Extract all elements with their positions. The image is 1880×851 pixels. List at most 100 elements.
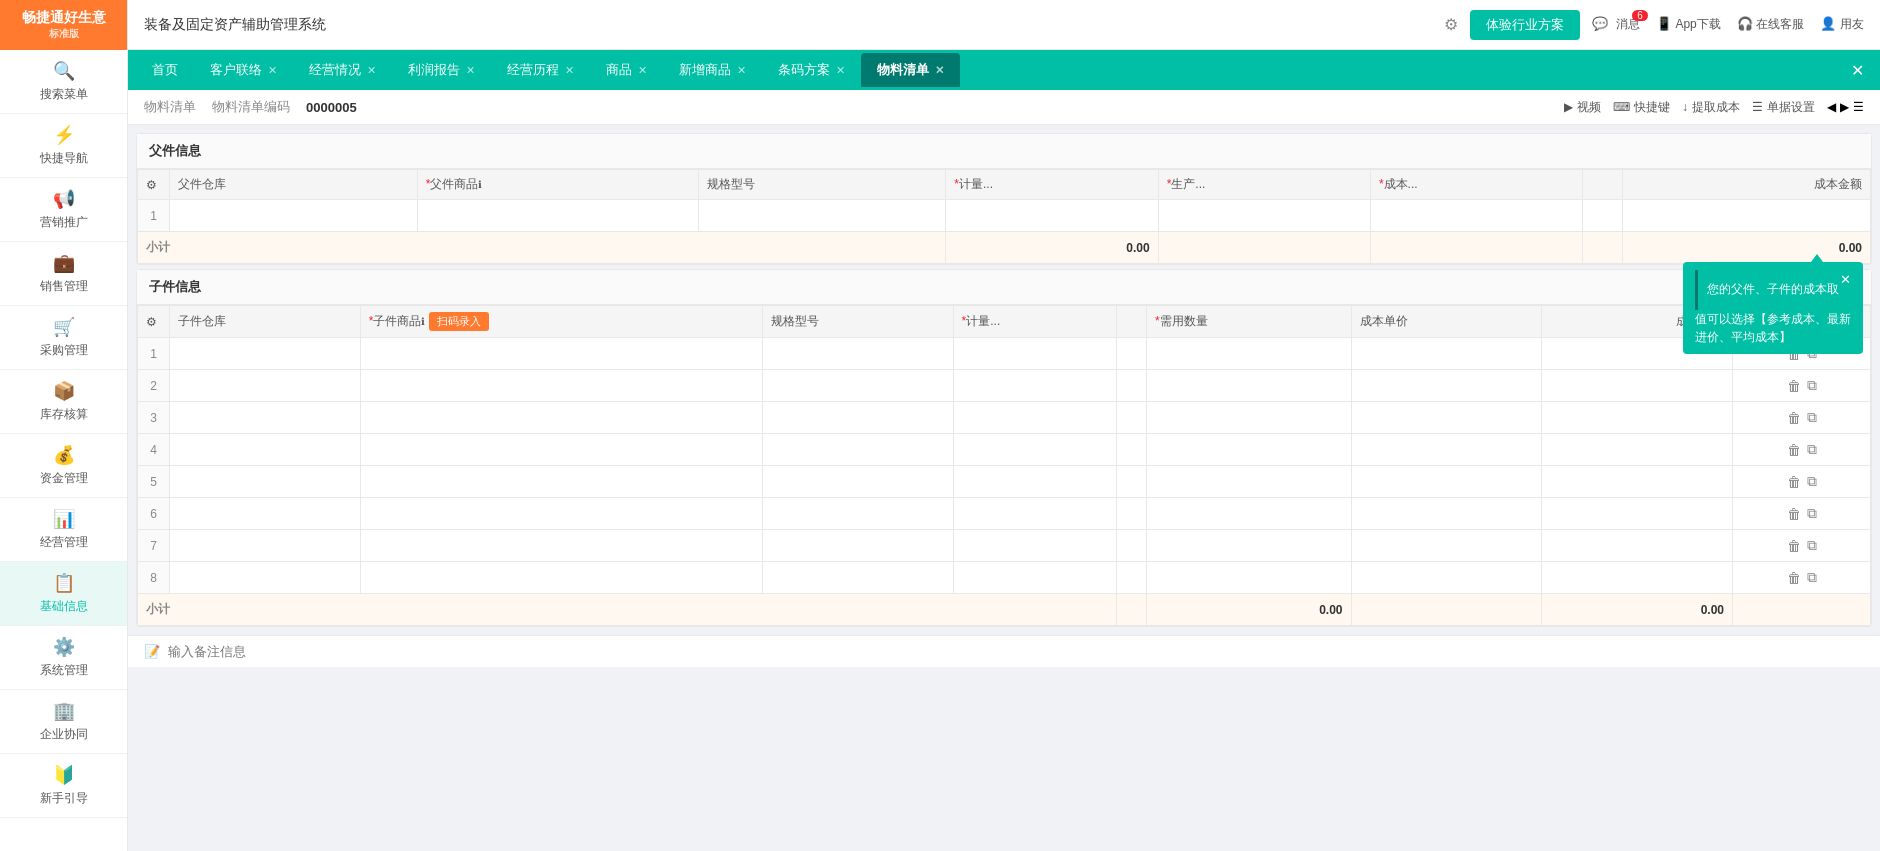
child-spec-cell[interactable] bbox=[762, 370, 953, 402]
child-product-cell[interactable] bbox=[360, 466, 762, 498]
copy-icon[interactable]: ⧉ bbox=[1807, 537, 1817, 554]
sidebar-item-inventory[interactable]: 📦 库存核算 bbox=[0, 370, 127, 434]
child-unit-cost-cell[interactable] bbox=[1351, 338, 1542, 370]
child-warehouse-cell[interactable] bbox=[170, 370, 361, 402]
child-product-cell[interactable] bbox=[360, 434, 762, 466]
child-unit-cost-cell[interactable] bbox=[1351, 530, 1542, 562]
child-warehouse-cell[interactable] bbox=[170, 338, 361, 370]
nav-tab-新增商品[interactable]: 新增商品✕ bbox=[663, 53, 762, 87]
view-toolbar-item[interactable]: ▶ 视频 bbox=[1564, 99, 1601, 116]
child-qty-cell[interactable] bbox=[1147, 370, 1351, 402]
tab-close-icon[interactable]: ✕ bbox=[737, 64, 746, 77]
nav-tab-物料清单[interactable]: 物料清单✕ bbox=[861, 53, 960, 87]
delete-icon[interactable]: 🗑 bbox=[1787, 474, 1801, 490]
child-warehouse-cell[interactable] bbox=[170, 434, 361, 466]
tab-close-icon[interactable]: ✕ bbox=[466, 64, 475, 77]
single-settings-item[interactable]: ☰ 单据设置 bbox=[1752, 99, 1815, 116]
nav-tab-商品[interactable]: 商品✕ bbox=[590, 53, 663, 87]
copy-icon[interactable]: ⧉ bbox=[1807, 569, 1817, 586]
tab-close-icon[interactable]: ✕ bbox=[638, 64, 647, 77]
child-warehouse-cell[interactable] bbox=[170, 562, 361, 594]
delete-icon[interactable]: 🗑 bbox=[1787, 378, 1801, 394]
sidebar-item-basic[interactable]: 📋 基础信息 bbox=[0, 562, 127, 626]
child-unit-cell[interactable] bbox=[953, 434, 1116, 466]
delete-icon[interactable]: 🗑 bbox=[1787, 410, 1801, 426]
child-unit-cell[interactable] bbox=[953, 562, 1116, 594]
online-service-wrap[interactable]: 🎧 在线客服 bbox=[1737, 16, 1805, 33]
child-spec-cell[interactable] bbox=[762, 402, 953, 434]
note-input[interactable] bbox=[168, 644, 1864, 659]
child-spec-cell[interactable] bbox=[762, 434, 953, 466]
child-qty-cell[interactable] bbox=[1147, 402, 1351, 434]
nav-tab-经营情况[interactable]: 经营情况✕ bbox=[293, 53, 392, 87]
child-spec-cell[interactable] bbox=[762, 338, 953, 370]
next-arrow-icon[interactable]: ▶ bbox=[1840, 100, 1849, 114]
child-spec-cell[interactable] bbox=[762, 562, 953, 594]
child-unit-cell[interactable] bbox=[953, 498, 1116, 530]
sidebar-item-operation[interactable]: 📊 经营管理 bbox=[0, 498, 127, 562]
scan-btn[interactable]: 扫码录入 bbox=[429, 312, 489, 331]
tab-close-icon[interactable]: ✕ bbox=[836, 64, 845, 77]
child-product-cell[interactable] bbox=[360, 530, 762, 562]
child-qty-cell[interactable] bbox=[1147, 562, 1351, 594]
close-all-tabs-icon[interactable]: ✕ bbox=[1843, 57, 1872, 84]
sidebar-item-marketing[interactable]: 📢 营销推广 bbox=[0, 178, 127, 242]
child-warehouse-cell[interactable] bbox=[170, 498, 361, 530]
child-warehouse-cell[interactable] bbox=[170, 530, 361, 562]
tab-close-icon[interactable]: ✕ bbox=[268, 64, 277, 77]
shortcut-toolbar-item[interactable]: ⌨ 快捷键 bbox=[1613, 99, 1670, 116]
prev-arrow-icon[interactable]: ◀ bbox=[1827, 100, 1836, 114]
child-unit-cost-cell[interactable] bbox=[1351, 466, 1542, 498]
child-warehouse-cell[interactable] bbox=[170, 466, 361, 498]
sidebar-item-shortcut[interactable]: ⚡ 快捷导航 bbox=[0, 114, 127, 178]
copy-icon[interactable]: ⧉ bbox=[1807, 473, 1817, 490]
copy-icon[interactable]: ⧉ bbox=[1807, 377, 1817, 394]
child-qty-cell[interactable] bbox=[1147, 530, 1351, 562]
nav-tab-首页[interactable]: 首页 bbox=[136, 53, 194, 87]
child-unit-cell[interactable] bbox=[953, 530, 1116, 562]
child-unit-cell[interactable] bbox=[953, 338, 1116, 370]
child-product-cell[interactable] bbox=[360, 338, 762, 370]
child-qty-cell[interactable] bbox=[1147, 434, 1351, 466]
parent-production-cell[interactable] bbox=[1158, 200, 1370, 232]
nav-tab-条码方案[interactable]: 条码方案✕ bbox=[762, 53, 861, 87]
parent-unit-cell[interactable] bbox=[946, 200, 1158, 232]
tab-close-icon[interactable]: ✕ bbox=[367, 64, 376, 77]
sidebar-item-search[interactable]: 🔍 搜索菜单 bbox=[0, 50, 127, 114]
child-product-cell[interactable] bbox=[360, 562, 762, 594]
parent-spec-cell[interactable] bbox=[698, 200, 946, 232]
child-warehouse-cell[interactable] bbox=[170, 402, 361, 434]
child-unit-cell[interactable] bbox=[953, 466, 1116, 498]
sidebar-item-purchase[interactable]: 🛒 采购管理 bbox=[0, 306, 127, 370]
parent-product-cell[interactable] bbox=[417, 200, 698, 232]
child-spec-cell[interactable] bbox=[762, 498, 953, 530]
list-view-icon[interactable]: ☰ bbox=[1853, 100, 1864, 114]
parent-cost-cell[interactable] bbox=[1370, 200, 1582, 232]
sidebar-item-sales[interactable]: 💼 销售管理 bbox=[0, 242, 127, 306]
sidebar-item-enterprise[interactable]: 🏢 企业协同 bbox=[0, 690, 127, 754]
child-product-cell[interactable] bbox=[360, 370, 762, 402]
delete-icon[interactable]: 🗑 bbox=[1787, 570, 1801, 586]
nav-tab-利润报告[interactable]: 利润报告✕ bbox=[392, 53, 491, 87]
tab-close-icon[interactable]: ✕ bbox=[935, 64, 944, 77]
child-product-cell[interactable] bbox=[360, 402, 762, 434]
delete-icon[interactable]: 🗑 bbox=[1787, 506, 1801, 522]
delete-icon[interactable]: 🗑 bbox=[1787, 442, 1801, 458]
copy-icon[interactable]: ⧉ bbox=[1807, 441, 1817, 458]
child-unit-cost-cell[interactable] bbox=[1351, 498, 1542, 530]
child-unit-cost-cell[interactable] bbox=[1351, 562, 1542, 594]
app-download-wrap[interactable]: 📱 App下载 bbox=[1656, 16, 1721, 33]
child-unit-cell[interactable] bbox=[953, 402, 1116, 434]
child-qty-cell[interactable] bbox=[1147, 466, 1351, 498]
try-btn[interactable]: 体验行业方案 bbox=[1470, 10, 1580, 40]
child-unit-cost-cell[interactable] bbox=[1351, 402, 1542, 434]
message-icon-wrap[interactable]: 💬 6 消息 bbox=[1592, 16, 1640, 33]
copy-icon[interactable]: ⧉ bbox=[1807, 409, 1817, 426]
user-wrap[interactable]: 👤 用友 bbox=[1820, 16, 1864, 33]
tooltip-close-btn[interactable]: ✕ bbox=[1840, 270, 1851, 290]
sidebar-item-finance[interactable]: 💰 资金管理 bbox=[0, 434, 127, 498]
copy-icon[interactable]: ⧉ bbox=[1807, 505, 1817, 522]
child-unit-cell[interactable] bbox=[953, 370, 1116, 402]
nav-tab-经营历程[interactable]: 经营历程✕ bbox=[491, 53, 590, 87]
nav-tab-客户联络[interactable]: 客户联络✕ bbox=[194, 53, 293, 87]
